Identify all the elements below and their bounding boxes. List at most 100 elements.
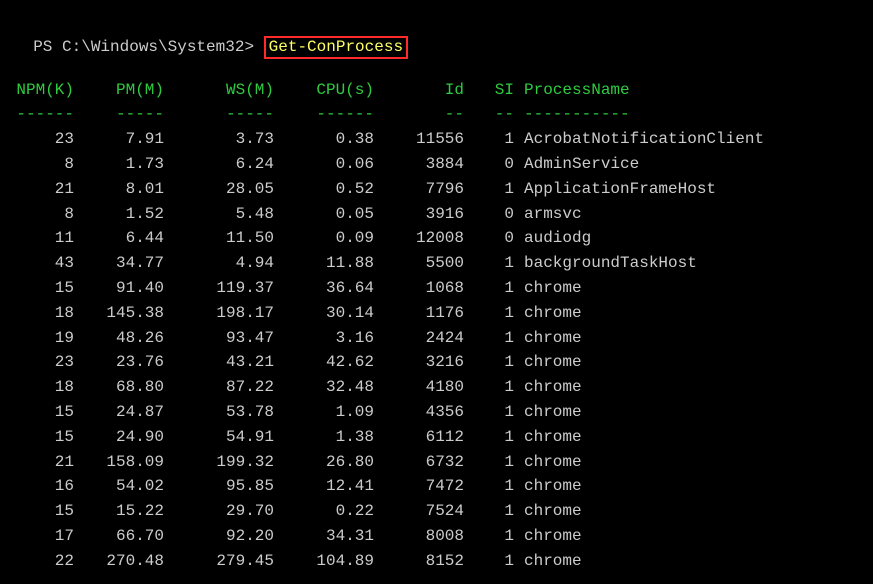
cell-pm: 66.70	[74, 524, 164, 549]
cell-npm: 22	[14, 549, 74, 574]
cell-cpu: 1.38	[274, 425, 374, 450]
cell-npm: 23	[14, 350, 74, 375]
cell-ws: 11.50	[164, 226, 274, 251]
cell-si: 1	[464, 127, 514, 152]
col-dash: -----	[74, 102, 164, 127]
cell-npm: 21	[14, 177, 74, 202]
cell-npm: 23	[14, 127, 74, 152]
cell-ws: 93.47	[164, 326, 274, 351]
cell-ws: 199.32	[164, 450, 274, 475]
cell-cpu: 0.09	[274, 226, 374, 251]
table-row: 22270.48279.45104.8981521chrome	[14, 549, 859, 574]
cell-name: chrome	[514, 350, 859, 375]
cell-npm: 21	[14, 450, 74, 475]
cell-id: 3916	[374, 202, 464, 227]
cell-id: 8152	[374, 549, 464, 574]
cell-cpu: 0.05	[274, 202, 374, 227]
table-row: 1524.8753.781.0943561chrome	[14, 400, 859, 425]
cell-ws: 53.78	[164, 400, 274, 425]
cell-pm: 1.73	[74, 152, 164, 177]
cell-si: 1	[464, 474, 514, 499]
cell-pm: 48.26	[74, 326, 164, 351]
cell-cpu: 0.22	[274, 499, 374, 524]
command-highlight: Get-ConProcess	[264, 36, 408, 59]
cell-npm: 16	[14, 474, 74, 499]
cell-si: 1	[464, 524, 514, 549]
col-dash: -----	[164, 102, 274, 127]
cell-pm: 6.44	[74, 226, 164, 251]
cell-si: 1	[464, 251, 514, 276]
cell-id: 4180	[374, 375, 464, 400]
cell-id: 6732	[374, 450, 464, 475]
cell-id: 5500	[374, 251, 464, 276]
cell-pm: 8.01	[74, 177, 164, 202]
cell-npm: 8	[14, 152, 74, 177]
cell-name: chrome	[514, 425, 859, 450]
cell-cpu: 32.48	[274, 375, 374, 400]
cell-id: 11556	[374, 127, 464, 152]
cell-si: 1	[464, 350, 514, 375]
table-row: 218.0128.050.5277961ApplicationFrameHost	[14, 177, 859, 202]
cell-si: 1	[464, 400, 514, 425]
cell-npm: 17	[14, 524, 74, 549]
process-table: NPM(K) PM(M) WS(M) CPU(s) Id SI ProcessN…	[14, 78, 859, 574]
cell-ws: 29.70	[164, 499, 274, 524]
cell-ws: 6.24	[164, 152, 274, 177]
cell-si: 0	[464, 152, 514, 177]
table-dash-row: ------ ----- ----- ------ -- -- --------…	[14, 102, 859, 127]
col-dash: --	[374, 102, 464, 127]
cell-cpu: 30.14	[274, 301, 374, 326]
cell-npm: 15	[14, 400, 74, 425]
cell-pm: 34.77	[74, 251, 164, 276]
cell-pm: 7.91	[74, 127, 164, 152]
cell-si: 1	[464, 450, 514, 475]
cell-name: chrome	[514, 524, 859, 549]
table-row: 1948.2693.473.1624241chrome	[14, 326, 859, 351]
cell-name: chrome	[514, 549, 859, 574]
cell-name: armsvc	[514, 202, 859, 227]
cell-si: 0	[464, 226, 514, 251]
cell-cpu: 0.06	[274, 152, 374, 177]
cell-pm: 24.90	[74, 425, 164, 450]
table-row: 81.525.480.0539160armsvc	[14, 202, 859, 227]
cell-cpu: 36.64	[274, 276, 374, 301]
col-header-cpu: CPU(s)	[274, 78, 374, 103]
cell-cpu: 26.80	[274, 450, 374, 475]
cell-name: chrome	[514, 400, 859, 425]
cell-name: chrome	[514, 474, 859, 499]
col-header-si: SI	[464, 78, 514, 103]
table-row: 81.736.240.0638840AdminService	[14, 152, 859, 177]
cell-pm: 145.38	[74, 301, 164, 326]
table-row: 1524.9054.911.3861121chrome	[14, 425, 859, 450]
cell-ws: 95.85	[164, 474, 274, 499]
cell-name: audiodg	[514, 226, 859, 251]
cell-cpu: 42.62	[274, 350, 374, 375]
cell-si: 1	[464, 375, 514, 400]
cell-ws: 28.05	[164, 177, 274, 202]
cell-ws: 198.17	[164, 301, 274, 326]
cell-name: ApplicationFrameHost	[514, 177, 859, 202]
cell-id: 8008	[374, 524, 464, 549]
prompt-prefix: PS C:\Windows\System32>	[33, 38, 263, 56]
prompt-line[interactable]: PS C:\Windows\System32> Get-ConProcess	[14, 10, 859, 60]
cell-name: chrome	[514, 326, 859, 351]
cell-id: 2424	[374, 326, 464, 351]
cell-si: 1	[464, 301, 514, 326]
cell-si: 1	[464, 499, 514, 524]
table-row: 1654.0295.8512.4174721chrome	[14, 474, 859, 499]
col-dash: ------	[14, 102, 74, 127]
table-row: 4334.774.9411.8855001backgroundTaskHost	[14, 251, 859, 276]
cell-npm: 15	[14, 499, 74, 524]
cell-cpu: 34.31	[274, 524, 374, 549]
table-row: 116.4411.500.09120080audiodg	[14, 226, 859, 251]
cell-ws: 5.48	[164, 202, 274, 227]
table-row: 18145.38198.1730.1411761chrome	[14, 301, 859, 326]
cell-name: chrome	[514, 276, 859, 301]
cell-cpu: 12.41	[274, 474, 374, 499]
cell-ws: 87.22	[164, 375, 274, 400]
cell-ws: 54.91	[164, 425, 274, 450]
cell-npm: 11	[14, 226, 74, 251]
table-row: 21158.09199.3226.8067321chrome	[14, 450, 859, 475]
cell-npm: 19	[14, 326, 74, 351]
cell-npm: 43	[14, 251, 74, 276]
